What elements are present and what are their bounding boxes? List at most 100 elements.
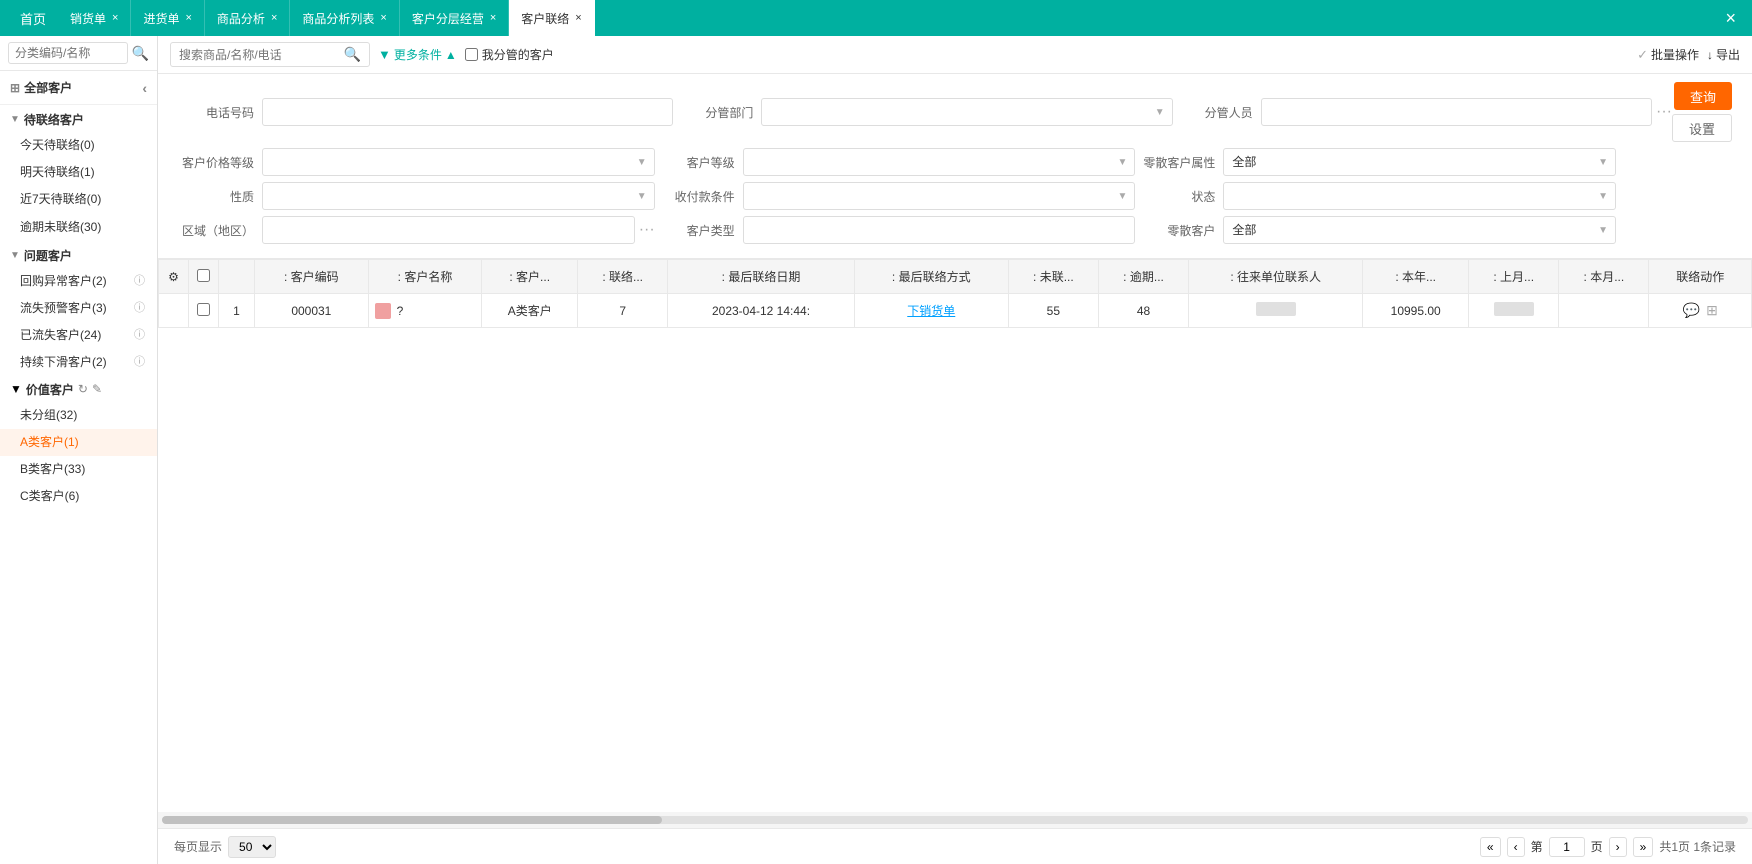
export-btn[interactable]: ↓ 导出 bbox=[1707, 46, 1740, 63]
payment-select-wrap: ▼ bbox=[743, 182, 1136, 210]
filter-search-wrap: 🔍 bbox=[170, 42, 370, 67]
person-dots-icon[interactable]: ··· bbox=[1656, 103, 1672, 121]
th-not-contact[interactable]: : 未联... bbox=[1008, 260, 1098, 294]
sidebar-search-input[interactable] bbox=[8, 42, 128, 64]
customer-grade-select[interactable] bbox=[743, 148, 1136, 176]
sidebar-item-b-class[interactable]: B类客户(33) bbox=[0, 456, 157, 483]
region-input[interactable] bbox=[262, 216, 635, 244]
export-icon: ↓ bbox=[1707, 48, 1713, 62]
sidebar-item-overdue[interactable]: 逾期未联络(30) bbox=[0, 214, 157, 241]
action-chat-icon[interactable]: 💬 bbox=[1683, 302, 1700, 319]
sidebar-item-repurchase-anomaly[interactable]: 回购异常客户(2) ⓘ bbox=[0, 268, 157, 295]
td-check[interactable] bbox=[189, 294, 219, 328]
pagination-bar: 每页显示 50 « ‹ 第 页 › » 共1页 1条记录 bbox=[158, 828, 1752, 864]
h-scroll-thumb[interactable] bbox=[162, 816, 662, 824]
nav-tab-analysis[interactable]: 商品分析 × bbox=[205, 0, 290, 36]
th-check[interactable] bbox=[189, 260, 219, 294]
td-last-method[interactable]: 下销货单 bbox=[854, 294, 1008, 328]
first-page-btn[interactable]: « bbox=[1480, 837, 1501, 857]
select-all-checkbox[interactable] bbox=[197, 269, 210, 282]
filter-more-btn[interactable]: ▼ 更多条件 ▲ bbox=[378, 46, 457, 63]
sidebar-item-churned[interactable]: 已流失客户(24) ⓘ bbox=[0, 322, 157, 349]
action-qr-icon[interactable]: ⊞ bbox=[1706, 302, 1718, 319]
th-last-month[interactable]: : 上月... bbox=[1469, 260, 1559, 294]
customer-table: ⚙ : 客户编码 : 客户名称 : 客户... : 联络... : 最后联络日期… bbox=[158, 259, 1752, 328]
sidebar-item-today[interactable]: 今天待联络(0) bbox=[0, 132, 157, 159]
filter-search-icon[interactable]: 🔍 bbox=[344, 46, 361, 63]
th-last-date[interactable]: : 最后联络日期 bbox=[668, 260, 855, 294]
page-input[interactable] bbox=[1549, 837, 1585, 857]
close-analysis-tab[interactable]: × bbox=[271, 12, 277, 24]
close-customer-contact-tab[interactable]: × bbox=[575, 12, 581, 24]
sidebar-collapse-icon[interactable]: ‹ bbox=[142, 80, 147, 96]
my-customers-checkbox-wrap[interactable]: 我分管的客户 bbox=[465, 46, 554, 63]
nav-tab-analysis-list[interactable]: 商品分析列表 × bbox=[290, 0, 399, 36]
sidebar-group-pending[interactable]: ▼ 待联络客户 bbox=[0, 105, 157, 132]
th-contact[interactable]: : 联络... bbox=[578, 260, 668, 294]
filter-search-input[interactable] bbox=[179, 48, 344, 62]
status-select[interactable] bbox=[1223, 182, 1616, 210]
next-page-btn[interactable]: › bbox=[1609, 837, 1627, 857]
prev-page-btn[interactable]: ‹ bbox=[1507, 837, 1525, 857]
person-label: 分管人员 bbox=[1173, 104, 1253, 121]
last-method-link[interactable]: 下销货单 bbox=[907, 304, 955, 318]
row-checkbox[interactable] bbox=[197, 303, 210, 316]
retail-attr-select[interactable]: 全部 bbox=[1223, 148, 1616, 176]
setting-btn[interactable]: 设置 bbox=[1672, 114, 1732, 142]
nav-tab-customer-layer[interactable]: 客户分层经营 × bbox=[400, 0, 509, 36]
my-customers-checkbox[interactable] bbox=[465, 48, 478, 61]
close-customer-layer-tab[interactable]: × bbox=[490, 12, 496, 24]
sidebar-item-churn-warning[interactable]: 流失预警客户(3) ⓘ bbox=[0, 295, 157, 322]
nav-tab-purchase[interactable]: 进货单 × bbox=[131, 0, 204, 36]
td-this-month bbox=[1559, 294, 1649, 328]
h-scrollbar[interactable] bbox=[158, 812, 1752, 828]
sidebar-item-ungrouped[interactable]: 未分组(32) bbox=[0, 402, 157, 429]
nav-home[interactable]: 首页 bbox=[8, 0, 58, 36]
refresh-icon[interactable]: ↻ bbox=[78, 382, 88, 396]
th-last-method[interactable]: : 最后联络方式 bbox=[854, 260, 1008, 294]
check-icon: ✓ bbox=[1637, 47, 1648, 63]
nav-tab-customer-contact[interactable]: 客户联络 × bbox=[509, 0, 594, 36]
retail-customer-label: 零散客户 bbox=[1135, 222, 1215, 239]
close-purchase-tab[interactable]: × bbox=[185, 12, 191, 24]
person-input[interactable] bbox=[1261, 98, 1652, 126]
sidebar-search-icon[interactable]: 🔍 bbox=[132, 45, 149, 62]
sidebar-group-problem[interactable]: ▼ 问题客户 bbox=[0, 241, 157, 268]
td-code: 000031 bbox=[255, 294, 369, 328]
window-close-icon[interactable]: × bbox=[1717, 8, 1744, 29]
filter-btn-group: 查询 设置 bbox=[1672, 82, 1736, 142]
th-this-year[interactable]: : 本年... bbox=[1363, 260, 1469, 294]
sidebar-item-tomorrow[interactable]: 明天待联络(1) bbox=[0, 159, 157, 186]
phone-input[interactable] bbox=[262, 98, 673, 126]
th-gear[interactable]: ⚙ bbox=[159, 260, 189, 294]
th-name[interactable]: : 客户名称 bbox=[368, 260, 482, 294]
th-overdue[interactable]: : 逾期... bbox=[1098, 260, 1188, 294]
nature-select[interactable] bbox=[262, 182, 655, 210]
region-dots-icon[interactable]: ··· bbox=[639, 221, 655, 239]
retail-customer-select[interactable]: 全部 bbox=[1223, 216, 1616, 244]
close-sales-tab[interactable]: × bbox=[112, 12, 118, 24]
nav-tab-sales[interactable]: 销货单 × bbox=[58, 0, 131, 36]
last-page-btn[interactable]: » bbox=[1633, 837, 1654, 857]
th-contact-person[interactable]: : 往来单位联系人 bbox=[1189, 260, 1363, 294]
price-grade-select[interactable] bbox=[262, 148, 655, 176]
name-text: ? bbox=[397, 304, 404, 318]
sidebar-item-c-class[interactable]: C类客户(6) bbox=[0, 483, 157, 510]
sidebar-item-declining[interactable]: 持续下滑客户(2) ⓘ bbox=[0, 349, 157, 376]
sidebar-item-7days[interactable]: 近7天待联络(0) bbox=[0, 186, 157, 213]
per-page-select[interactable]: 50 bbox=[228, 836, 276, 858]
table-row: 1 000031 ? A类客户 7 2023-04-12 14:44: 下销货单 bbox=[159, 294, 1752, 328]
th-code[interactable]: : 客户编码 bbox=[255, 260, 369, 294]
batch-op-btn[interactable]: ✓ 批量操作 bbox=[1637, 46, 1699, 63]
close-analysis-list-tab[interactable]: × bbox=[380, 12, 386, 24]
th-type[interactable]: : 客户... bbox=[482, 260, 578, 294]
filter-cell-phone: 电话号码 bbox=[174, 98, 673, 126]
th-this-month[interactable]: : 本月... bbox=[1559, 260, 1649, 294]
th-num bbox=[219, 260, 255, 294]
edit-icon[interactable]: ✎ bbox=[92, 382, 102, 396]
customer-type-input[interactable] bbox=[743, 216, 1136, 244]
dept-select[interactable] bbox=[761, 98, 1172, 126]
payment-select[interactable] bbox=[743, 182, 1136, 210]
sidebar-item-a-class[interactable]: A类客户(1) bbox=[0, 429, 157, 456]
query-btn[interactable]: 查询 bbox=[1674, 82, 1732, 110]
